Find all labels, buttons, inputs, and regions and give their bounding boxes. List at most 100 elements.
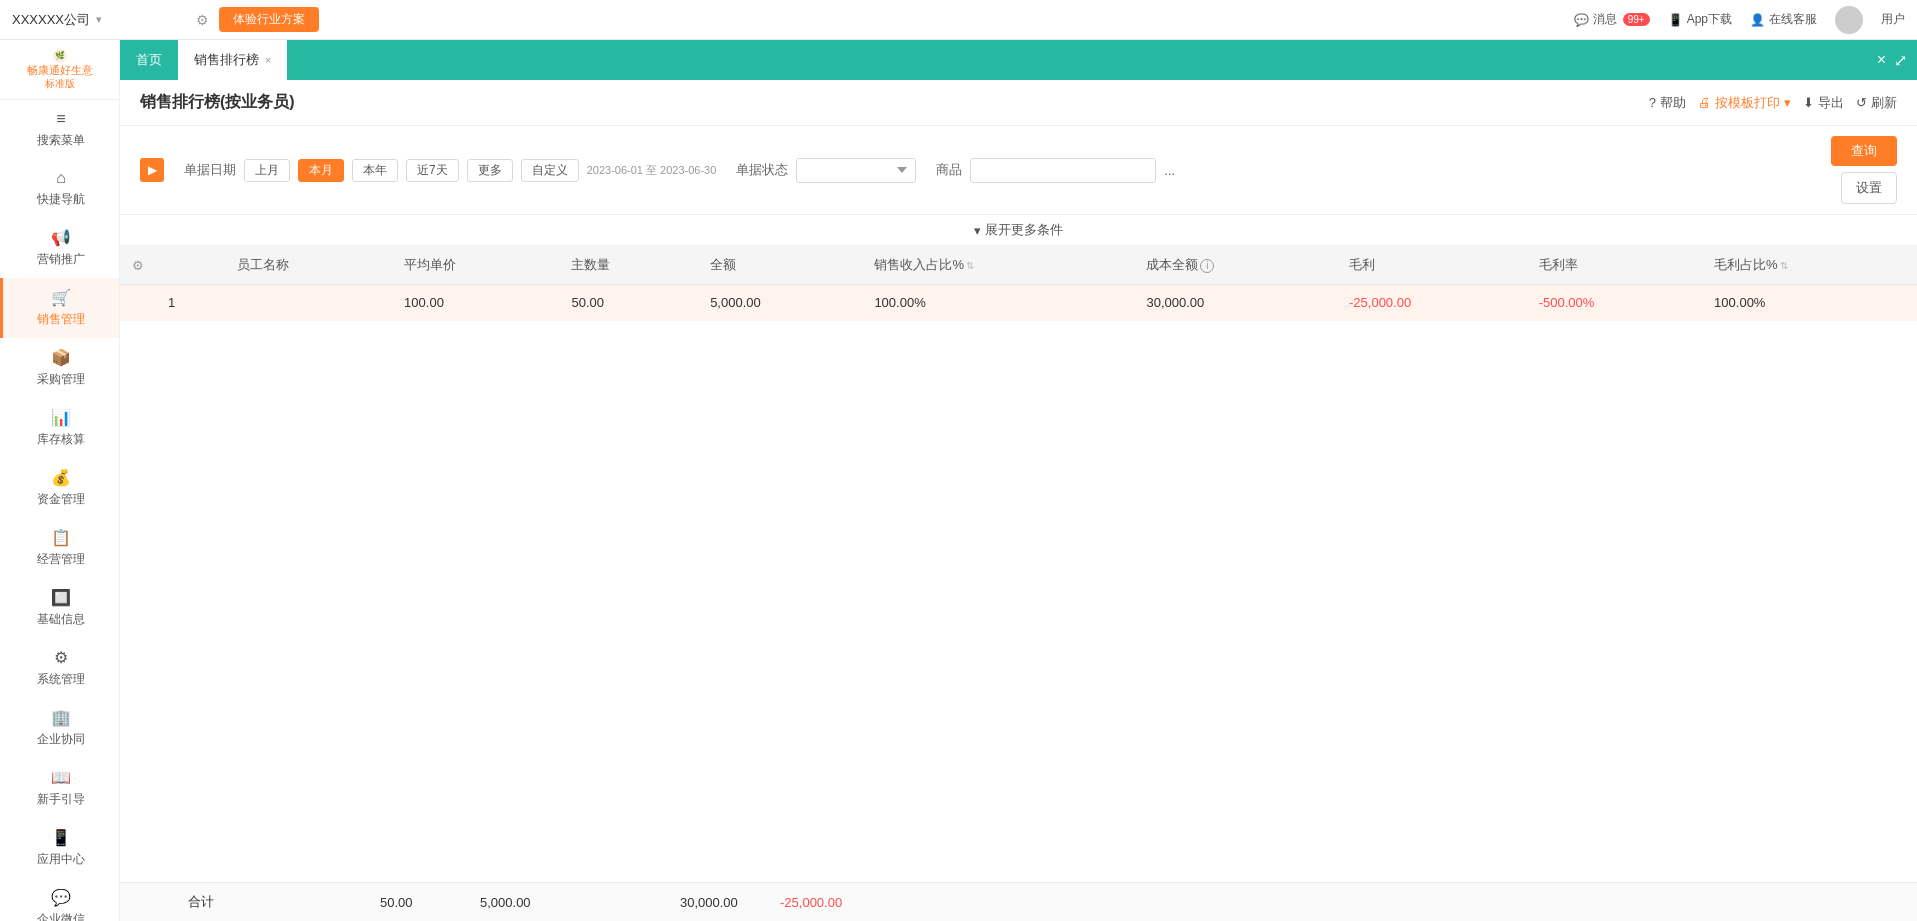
goods-more-button[interactable]: ... [1164,163,1175,178]
sidebar-item-quicknav-label: 快捷导航 [37,191,85,208]
avatar[interactable] [1835,6,1863,34]
tab-bar-right: × ⤢ [1877,51,1917,70]
help-button[interactable]: ? 帮助 [1649,94,1686,112]
sidebar-item-finance[interactable]: 💰 资金管理 [0,458,119,518]
top-bar: XXXXXX公司 ▾ ⚙ 体验行业方案 💬 消息 99+ 📱 App下载 👤 在… [0,0,1917,40]
goods-filter-label: 商品 [936,161,962,179]
column-gross-profit-pct[interactable]: 毛利占比%⇅ [1702,246,1917,285]
sidebar-item-search[interactable]: ≡ 搜索菜单 [0,100,119,159]
column-settings[interactable]: ⚙ [120,246,156,285]
tab-close-all-icon[interactable]: × [1877,51,1886,69]
sidebar-item-search-label: 搜索菜单 [37,132,85,149]
help-label: 帮助 [1660,94,1686,112]
settings-gear-icon[interactable]: ⚙ [196,12,209,28]
finance-icon: 💰 [51,468,71,487]
column-avg-price: 平均单价 [392,246,559,285]
guide-icon: 📖 [51,768,71,787]
status-filter-group: 单据状态 [736,158,916,183]
company-chevron: ▾ [96,13,102,26]
data-table-container: ⚙ 员工名称 平均单价 主数量 全额 销售收入占比%⇅ 成本全额i 毛利 毛利率… [120,246,1917,882]
enterprise-icon: 🏢 [51,708,71,727]
row-staff-name-cell [225,285,392,321]
export-button[interactable]: ⬇ 导出 [1803,94,1844,112]
system-icon: ⚙ [54,648,68,667]
date-filter-group: 单据日期 上月 本月 本年 近7天 更多 自定义 2023-06-01 至 20… [184,159,716,182]
row-gross-profit-cell: -25,000.00 [1337,285,1527,321]
message-badge: 99+ [1623,13,1650,26]
print-chevron-icon: ▾ [1784,95,1791,110]
column-staff-name: 员工名称 [225,246,392,285]
page-header: 销售排行榜(按业务员) ? 帮助 🖨 按模板打印 ▾ ⬇ 导出 [120,80,1917,126]
company-selector[interactable]: XXXXXX公司 ▾ [12,11,192,29]
date-option-this-month[interactable]: 本月 [298,159,344,182]
sidebar-item-basic-info[interactable]: 🔲 基础信息 [0,578,119,638]
tab-sales-ranking[interactable]: 销售排行榜 × [178,40,287,80]
search-button[interactable]: 查询 [1831,136,1897,166]
app-download-button[interactable]: 📱 App下载 [1668,11,1732,28]
status-filter-select[interactable] [796,158,916,183]
app-download-label: App下载 [1687,11,1732,28]
inventory-icon: 📊 [51,408,71,427]
footer-amount: 5,000.00 [468,895,568,910]
sidebar: 🌿 畅康通好生意 标准版 ≡ 搜索菜单 ⌂ 快捷导航 📢 营销推广 🛒 销售管理… [0,40,120,921]
date-option-last-month[interactable]: 上月 [244,159,290,182]
sidebar-item-basic-info-label: 基础信息 [37,611,85,628]
tab-sales-ranking-label: 销售排行榜 [194,51,259,69]
app-download-icon: 📱 [1668,13,1683,27]
sort-icon-gross-pct: ⇅ [1780,260,1788,271]
footer-cost-amount: 30,000.00 [668,895,768,910]
column-sales-pct[interactable]: 销售收入占比%⇅ [862,246,1134,285]
sidebar-item-quicknav[interactable]: ⌂ 快捷导航 [0,159,119,218]
sidebar-item-app-center[interactable]: 📱 应用中心 [0,818,119,878]
sidebar-item-app-center-label: 应用中心 [37,851,85,868]
date-option-this-year[interactable]: 本年 [352,159,398,182]
row-avg-price-cell: 100.00 [392,285,559,321]
export-icon: ⬇ [1803,95,1814,110]
sidebar-item-wechat[interactable]: 💬 企业微信 [0,878,119,921]
refresh-button[interactable]: ↺ 刷新 [1856,94,1897,112]
filter-settings-button[interactable]: 设置 [1841,172,1897,204]
sales-icon: 🛒 [51,288,71,307]
page-title: 销售排行榜(按业务员) [140,92,295,125]
online-service-button[interactable]: 👤 在线客服 [1750,11,1817,28]
home-icon: ⌂ [56,169,66,187]
row-rank-cell: 1 [156,285,225,321]
chevron-down-icon: ▾ [974,223,981,238]
search-menu-icon: ≡ [56,110,65,128]
footer-total-label: 合计 [188,893,268,911]
tab-home[interactable]: 首页 [120,40,178,80]
info-icon-cost[interactable]: i [1200,259,1214,273]
logo-icon: 🌿 [44,48,76,64]
column-amount: 全额 [698,246,862,285]
content-area: 首页 销售排行榜 × × ⤢ 销售排行榜(按业务员) ? 帮助 [120,40,1917,921]
sidebar-item-operations-label: 经营管理 [37,551,85,568]
expand-more-conditions-button[interactable]: ▾ 展开更多条件 [974,221,1063,239]
sidebar-item-sales[interactable]: 🛒 销售管理 [0,278,119,338]
goods-filter-group: 商品 ... [936,158,1175,183]
template-print-button[interactable]: 🖨 按模板打印 ▾ [1698,94,1791,112]
tab-fullscreen-icon[interactable]: ⤢ [1894,51,1907,70]
sidebar-item-inventory[interactable]: 📊 库存核算 [0,398,119,458]
date-option-more[interactable]: 更多 [467,159,513,182]
sidebar-item-purchase[interactable]: 📦 采购管理 [0,338,119,398]
sidebar-item-operations[interactable]: 📋 经营管理 [0,518,119,578]
date-option-last-7days[interactable]: 近7天 [406,159,459,182]
filter-expand-arrow[interactable]: ▶ [140,158,164,182]
tab-close-icon[interactable]: × [265,54,271,66]
sidebar-item-sales-label: 销售管理 [37,311,85,328]
sidebar-item-enterprise[interactable]: 🏢 企业协同 [0,698,119,758]
app-center-icon: 📱 [51,828,71,847]
help-icon: ? [1649,95,1656,110]
column-main-qty: 主数量 [559,246,698,285]
operations-icon: 📋 [51,528,71,547]
trial-button[interactable]: 体验行业方案 [219,7,319,32]
message-button[interactable]: 💬 消息 99+ [1574,11,1650,28]
logo-text-line2: 标准版 [45,77,75,91]
sidebar-logo: 🌿 畅康通好生意 标准版 [0,40,119,100]
svg-text:🌿: 🌿 [55,50,65,60]
sidebar-item-marketing[interactable]: 📢 营销推广 [0,218,119,278]
sidebar-item-system[interactable]: ⚙ 系统管理 [0,638,119,698]
goods-filter-input[interactable] [970,158,1156,183]
date-option-custom[interactable]: 自定义 [521,159,579,182]
sidebar-item-guide[interactable]: 📖 新手引导 [0,758,119,818]
